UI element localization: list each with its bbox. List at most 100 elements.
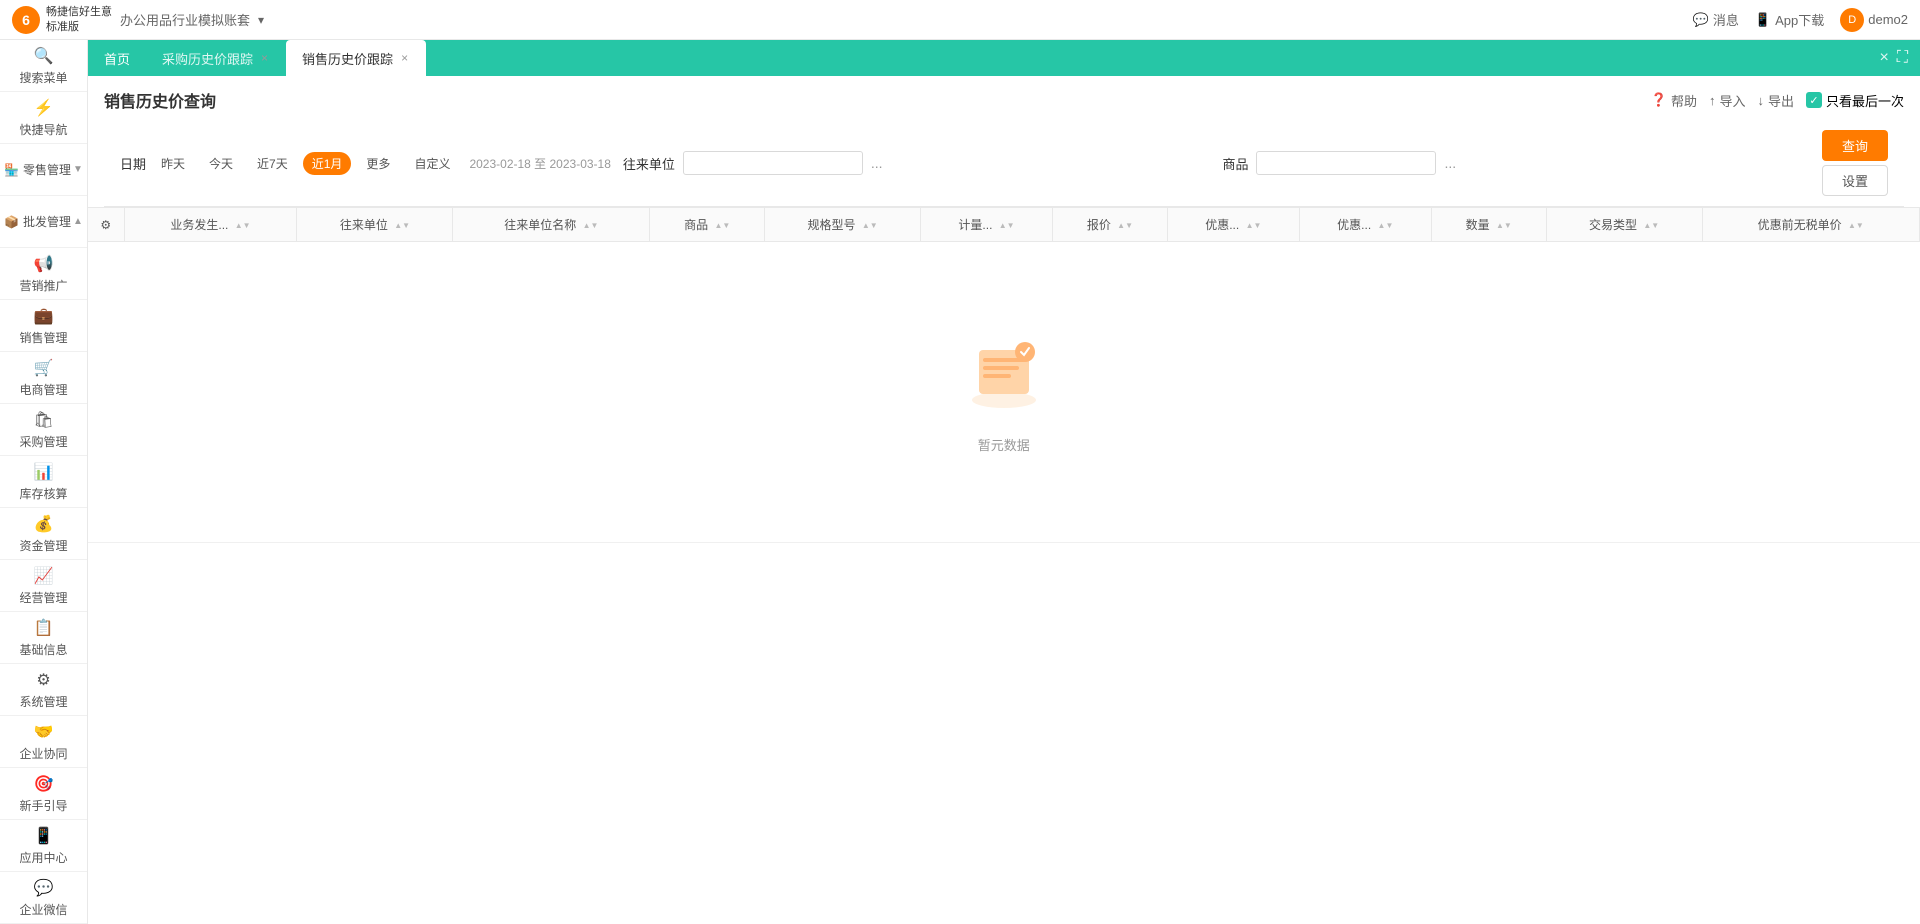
marketing-icon: 📢: [34, 254, 54, 274]
product-label: 商品: [1222, 154, 1248, 173]
table-header-row: ⚙ 业务发生... ▲▼ 往来单位 ▲▼ 往来单位名称 ▲: [88, 208, 1920, 242]
page-content: 销售历史价查询 ❓ 帮助 ↑ 导入 ↓ 导出: [88, 76, 1920, 924]
sort-arrows-discount1: ▲▼: [1246, 221, 1262, 230]
product-filter-section: 商品 ...: [1222, 151, 1810, 175]
col-spec[interactable]: 规格型号 ▲▼: [765, 208, 921, 242]
import-btn[interactable]: ↑ 导入: [1709, 91, 1746, 110]
newcomer-icon: 🎯: [34, 774, 54, 794]
sort-arrows-biz-date: ▲▼: [235, 221, 251, 230]
col-quantity[interactable]: 数量 ▲▼: [1431, 208, 1546, 242]
sort-arrows-partner-name: ▲▼: [583, 221, 599, 230]
sort-arrows-quote: ▲▼: [1117, 221, 1133, 230]
col-product[interactable]: 商品 ▲▼: [650, 208, 765, 242]
tab-purchase-close[interactable]: ×: [259, 51, 270, 65]
sidebar-item-newcomer[interactable]: 🎯 新手引导: [0, 768, 87, 820]
user-menu[interactable]: D demo2: [1840, 8, 1908, 32]
date-btn-7days[interactable]: 近7天: [248, 152, 297, 175]
tab-close-all-btn[interactable]: ×: [1879, 50, 1888, 66]
empty-svg: [959, 330, 1049, 420]
col-partner-code[interactable]: 往来单位 ▲▼: [297, 208, 453, 242]
sort-arrows-quantity: ▲▼: [1496, 221, 1512, 230]
sort-arrows-discount2: ▲▼: [1378, 221, 1394, 230]
sidebar-item-retail[interactable]: 🏪 零售管理 ▼: [0, 144, 87, 196]
sidebar-item-system[interactable]: ⚙ 系统管理: [0, 664, 87, 716]
help-btn[interactable]: ❓ 帮助: [1651, 91, 1697, 110]
finance-icon: 💰: [34, 514, 54, 534]
settings-btn[interactable]: 设置: [1822, 165, 1888, 196]
avatar: D: [1840, 8, 1864, 32]
sort-arrows-partner-code: ▲▼: [394, 221, 410, 230]
query-btn[interactable]: 查询: [1822, 130, 1888, 161]
sidebar-item-wechat[interactable]: 💬 企业微信: [0, 872, 87, 924]
product-input[interactable]: [1256, 151, 1436, 175]
help-icon: ❓: [1651, 92, 1667, 108]
sidebar-item-finance[interactable]: 💰 资金管理: [0, 508, 87, 560]
col-unit[interactable]: 计量... ▲▼: [921, 208, 1053, 242]
sidebar-item-purchase[interactable]: 🛍 采购管理: [0, 404, 87, 456]
col-discount1[interactable]: 优惠... ▲▼: [1167, 208, 1299, 242]
tab-home[interactable]: 首页: [88, 40, 146, 76]
col-discount2[interactable]: 优惠... ▲▼: [1299, 208, 1431, 242]
inventory-icon: 📊: [34, 462, 54, 482]
app-download-btn[interactable]: 📱 App下载: [1755, 10, 1824, 29]
date-btn-yesterday[interactable]: 昨天: [152, 152, 194, 175]
search-actions: 查询 设置: [1822, 130, 1888, 196]
sidebar-item-basic[interactable]: 📋 基础信息: [0, 612, 87, 664]
wholesale-icon: 📦: [4, 215, 19, 229]
partner-label: 往来单位: [623, 154, 675, 173]
sidebar-item-inventory[interactable]: 📊 库存核算: [0, 456, 87, 508]
system-icon: ⚙: [36, 670, 50, 690]
col-gear[interactable]: ⚙: [88, 208, 124, 242]
app-title-dropdown[interactable]: ▾: [258, 13, 264, 27]
col-biz-date[interactable]: 业务发生... ▲▼: [124, 208, 297, 242]
page-actions: ❓ 帮助 ↑ 导入 ↓ 导出 只看最后一次: [1651, 91, 1904, 110]
date-filter-group: 日期 昨天 今天 近7天 近1月 更多 自定义 2023-02-18 至 202…: [120, 152, 611, 175]
operations-icon: 📈: [34, 566, 54, 586]
logo-text: 畅捷信好生意 标准版: [46, 5, 112, 34]
sidebar-item-wholesale[interactable]: 📦 批发管理 ▲: [0, 196, 87, 248]
product-dots[interactable]: ...: [1444, 155, 1456, 171]
message-btn[interactable]: 💬 消息: [1693, 10, 1739, 29]
sidebar-item-ecommerce[interactable]: 🛒 电商管理: [0, 352, 87, 404]
tab-sales-close[interactable]: ×: [399, 51, 410, 65]
sidebar-item-operations[interactable]: 📈 经营管理: [0, 560, 87, 612]
sort-arrows-trade-type: ▲▼: [1643, 221, 1659, 230]
sidebar-item-appcenter[interactable]: 📱 应用中心: [0, 820, 87, 872]
partner-dots[interactable]: ...: [871, 155, 883, 171]
top-bar-left: 6 畅捷信好生意 标准版 办公用品行业模拟账套 ▾: [12, 5, 264, 34]
logo-icon: 6: [12, 6, 40, 34]
col-pretax-price[interactable]: 优惠前无税单价 ▲▼: [1702, 208, 1920, 242]
col-quote[interactable]: 报价 ▲▼: [1052, 208, 1167, 242]
sidebar: 🔍 搜索菜单 ⚡ 快捷导航 🏪 零售管理 ▼ 📦 批发管理 ▲ 📢 营销推广: [0, 40, 88, 924]
date-btn-1month[interactable]: 近1月: [303, 152, 352, 175]
download-icon: 📱: [1755, 12, 1771, 28]
date-btn-today[interactable]: 今天: [200, 152, 242, 175]
col-partner-name[interactable]: 往来单位名称 ▲▼: [453, 208, 650, 242]
col-trade-type[interactable]: 交易类型 ▲▼: [1546, 208, 1702, 242]
tab-purchase-history[interactable]: 采购历史价跟踪 ×: [146, 40, 286, 76]
content-area: 首页 采购历史价跟踪 × 销售历史价跟踪 × × ⛶ 销售历史价查询: [88, 40, 1920, 924]
sidebar-item-enterprise[interactable]: 🤝 企业协同: [0, 716, 87, 768]
sidebar-item-shortcut[interactable]: ⚡ 快捷导航: [0, 92, 87, 144]
page-header: 销售历史价查询 ❓ 帮助 ↑ 导入 ↓ 导出: [88, 76, 1920, 208]
partner-input[interactable]: [683, 151, 863, 175]
search-icon: 🔍: [34, 46, 54, 66]
basic-icon: 📋: [34, 618, 54, 638]
tab-sales-history[interactable]: 销售历史价跟踪 ×: [286, 40, 426, 76]
export-btn[interactable]: ↓ 导出: [1757, 91, 1794, 110]
sidebar-item-search[interactable]: 🔍 搜索菜单: [0, 40, 87, 92]
retail-icon: 🏪: [4, 163, 19, 177]
shortcut-icon: ⚡: [34, 98, 54, 118]
table-container: ⚙ 业务发生... ▲▼ 往来单位 ▲▼ 往来单位名称 ▲: [88, 208, 1920, 924]
sidebar-item-marketing[interactable]: 📢 营销推广: [0, 248, 87, 300]
sidebar-item-sales[interactable]: 💼 销售管理: [0, 300, 87, 352]
message-icon: 💬: [1693, 12, 1709, 28]
tab-maximize-btn[interactable]: ⛶: [1897, 50, 1908, 66]
filter-bar: 日期 昨天 今天 近7天 近1月 更多 自定义 2023-02-18 至 202…: [104, 122, 1904, 207]
date-btn-more[interactable]: 更多: [357, 152, 399, 175]
data-table: ⚙ 业务发生... ▲▼ 往来单位 ▲▼ 往来单位名称 ▲: [88, 208, 1920, 543]
date-range: 2023-02-18 至 2023-03-18: [469, 155, 610, 172]
top-bar-right: 💬 消息 📱 App下载 D demo2: [1693, 8, 1908, 32]
only-last-checkbox[interactable]: 只看最后一次: [1806, 91, 1904, 110]
date-btn-custom[interactable]: 自定义: [405, 152, 459, 175]
